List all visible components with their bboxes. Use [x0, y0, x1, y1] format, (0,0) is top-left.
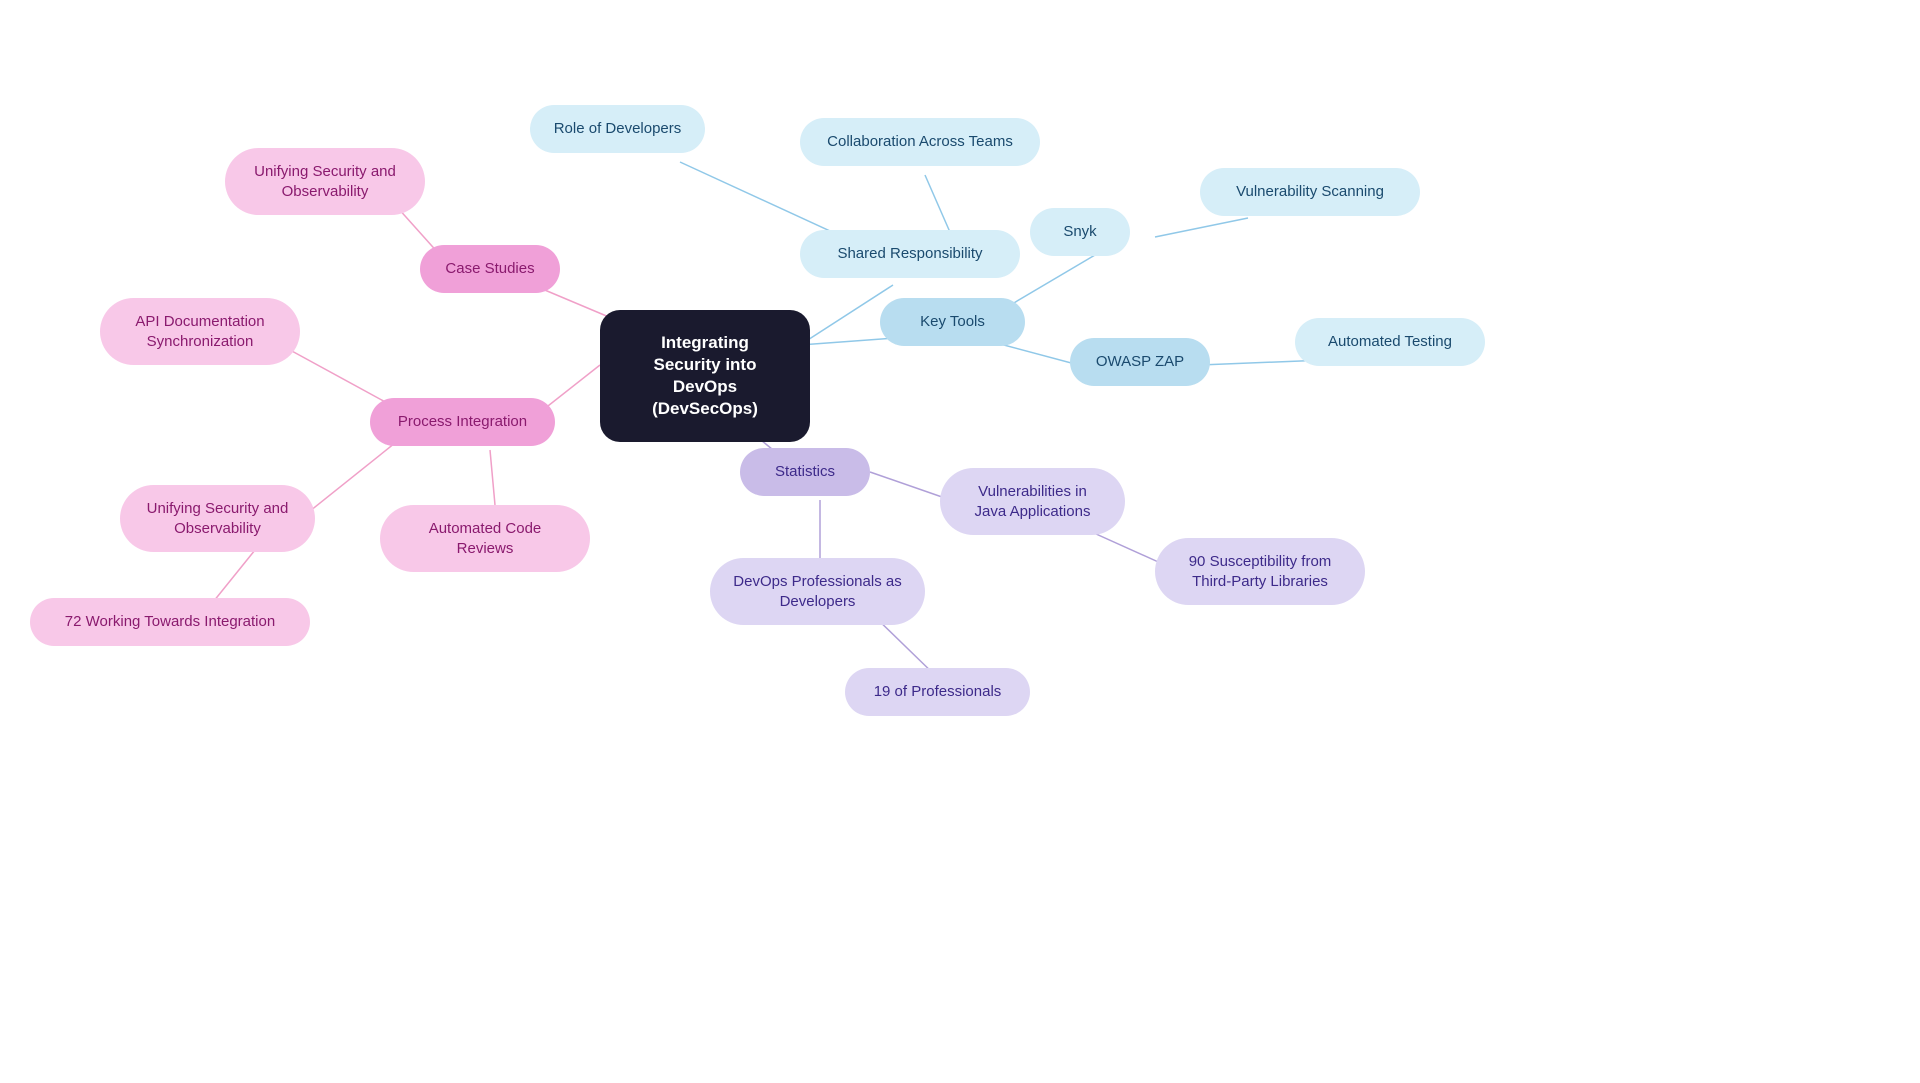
unifying-security-obs-top-node[interactable]: Unifying Security and Observability	[225, 148, 425, 215]
statistics-node[interactable]: Statistics	[740, 448, 870, 496]
process-integration-node[interactable]: Process Integration	[370, 398, 555, 446]
owasp-zap-node[interactable]: OWASP ZAP	[1070, 338, 1210, 386]
19-professionals-node[interactable]: 19 of Professionals	[845, 668, 1030, 716]
key-tools-node[interactable]: Key Tools	[880, 298, 1025, 346]
snyk-node[interactable]: Snyk	[1030, 208, 1130, 256]
automated-testing-node[interactable]: Automated Testing	[1295, 318, 1485, 366]
72-working-node[interactable]: 72 Working Towards Integration	[30, 598, 310, 646]
shared-responsibility-node[interactable]: Shared Responsibility	[800, 230, 1020, 278]
automated-code-reviews-node[interactable]: Automated Code Reviews	[380, 505, 590, 572]
susceptibility-node[interactable]: 90 Susceptibility from Third-Party Libra…	[1155, 538, 1365, 605]
vulnerability-scanning-node[interactable]: Vulnerability Scanning	[1200, 168, 1420, 216]
devops-professionals-node[interactable]: DevOps Professionals as Developers	[710, 558, 925, 625]
collaboration-across-teams-node[interactable]: Collaboration Across Teams	[800, 118, 1040, 166]
unifying-security-obs-left-node[interactable]: Unifying Security and Observability	[120, 485, 315, 552]
api-doc-sync-node[interactable]: API Documentation Synchronization	[100, 298, 300, 365]
center-node[interactable]: Integrating Security into DevOps (DevSec…	[600, 310, 810, 442]
vulnerabilities-java-node[interactable]: Vulnerabilities in Java Applications	[940, 468, 1125, 535]
case-studies-node[interactable]: Case Studies	[420, 245, 560, 293]
role-of-developers-node[interactable]: Role of Developers	[530, 105, 705, 153]
